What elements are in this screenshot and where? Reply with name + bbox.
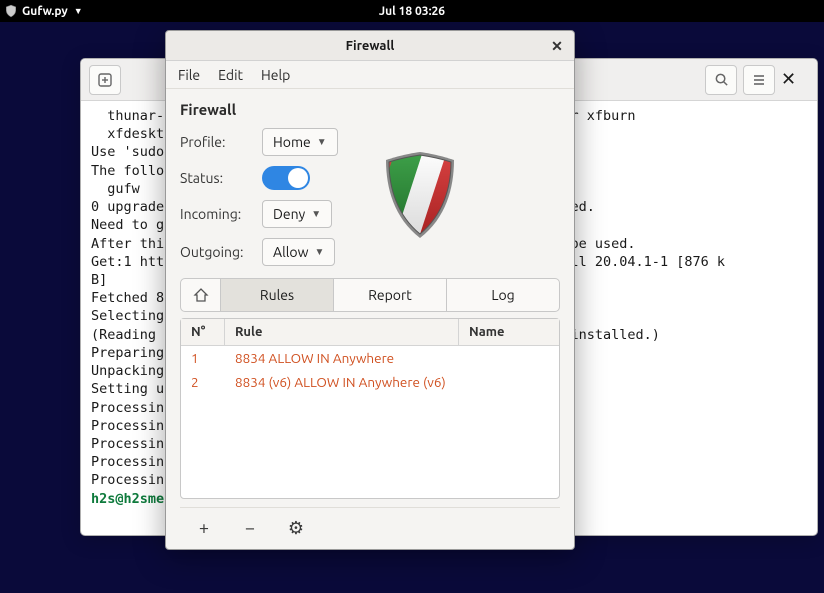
incoming-label: Incoming: <box>180 206 262 222</box>
rules-table: N° Rule Name 18834 ALLOW IN Anywhere2883… <box>180 318 560 499</box>
col-n[interactable]: N° <box>181 319 225 345</box>
gufw-window: Firewall ✕ File Edit Help Firewall Profi… <box>165 30 575 550</box>
menubar: File Edit Help <box>166 61 574 89</box>
tab-rules[interactable]: Rules <box>221 279 334 311</box>
home-icon <box>193 287 209 303</box>
window-close-button[interactable]: ✕ <box>781 69 809 90</box>
incoming-value: Deny <box>273 206 305 222</box>
gufw-titlebar[interactable]: Firewall ✕ <box>166 31 574 61</box>
col-rule[interactable]: Rule <box>225 319 459 345</box>
chevron-down-icon: ▼ <box>74 6 83 16</box>
table-row[interactable]: 18834 ALLOW IN Anywhere <box>181 346 559 370</box>
outgoing-value: Allow <box>273 244 308 260</box>
rule-settings-button[interactable]: ⚙ <box>286 518 306 539</box>
status-toggle[interactable] <box>262 166 310 190</box>
window-title: Firewall <box>346 39 395 53</box>
chevron-down-icon: ▼ <box>314 246 324 258</box>
terminal-prompt: h2s@h2sme <box>91 491 164 507</box>
profile-label: Profile: <box>180 134 262 150</box>
chevron-down-icon: ▼ <box>317 136 327 148</box>
incoming-combo[interactable]: Deny ▼ <box>262 200 332 228</box>
gnome-topbar: Gufw.py ▼ Jul 18 03:26 <box>0 0 824 22</box>
tab-report[interactable]: Report <box>334 279 447 311</box>
rules-actions: + − ⚙ <box>180 507 560 549</box>
profile-combo[interactable]: Home ▼ <box>262 128 338 156</box>
table-row[interactable]: 28834 (v6) ALLOW IN Anywhere (v6) <box>181 370 559 394</box>
status-label: Status: <box>180 170 262 186</box>
shield-icon <box>4 4 18 18</box>
outgoing-label: Outgoing: <box>180 244 262 260</box>
chevron-down-icon: ▼ <box>311 208 321 220</box>
tabbar: Rules Report Log <box>180 278 560 312</box>
menu-edit[interactable]: Edit <box>218 67 243 83</box>
menu-file[interactable]: File <box>178 67 200 83</box>
new-tab-button[interactable] <box>89 65 121 95</box>
col-name[interactable]: Name <box>459 319 559 345</box>
add-rule-button[interactable]: + <box>194 518 214 539</box>
tab-log[interactable]: Log <box>447 279 559 311</box>
profile-value: Home <box>273 134 311 150</box>
close-button[interactable]: ✕ <box>548 37 566 55</box>
search-button[interactable] <box>705 65 737 95</box>
topbar-app-name: Gufw.py <box>22 5 68 18</box>
outgoing-combo[interactable]: Allow ▼ <box>262 238 335 266</box>
topbar-clock[interactable]: Jul 18 03:26 <box>379 5 445 18</box>
section-heading: Firewall <box>180 101 560 118</box>
remove-rule-button[interactable]: − <box>240 518 260 539</box>
menu-help[interactable]: Help <box>261 67 290 83</box>
topbar-app-menu[interactable]: Gufw.py ▼ <box>0 4 83 18</box>
hamburger-menu-button[interactable] <box>743 65 775 95</box>
ufw-shield-icon <box>380 148 460 243</box>
tab-home[interactable] <box>181 279 221 311</box>
